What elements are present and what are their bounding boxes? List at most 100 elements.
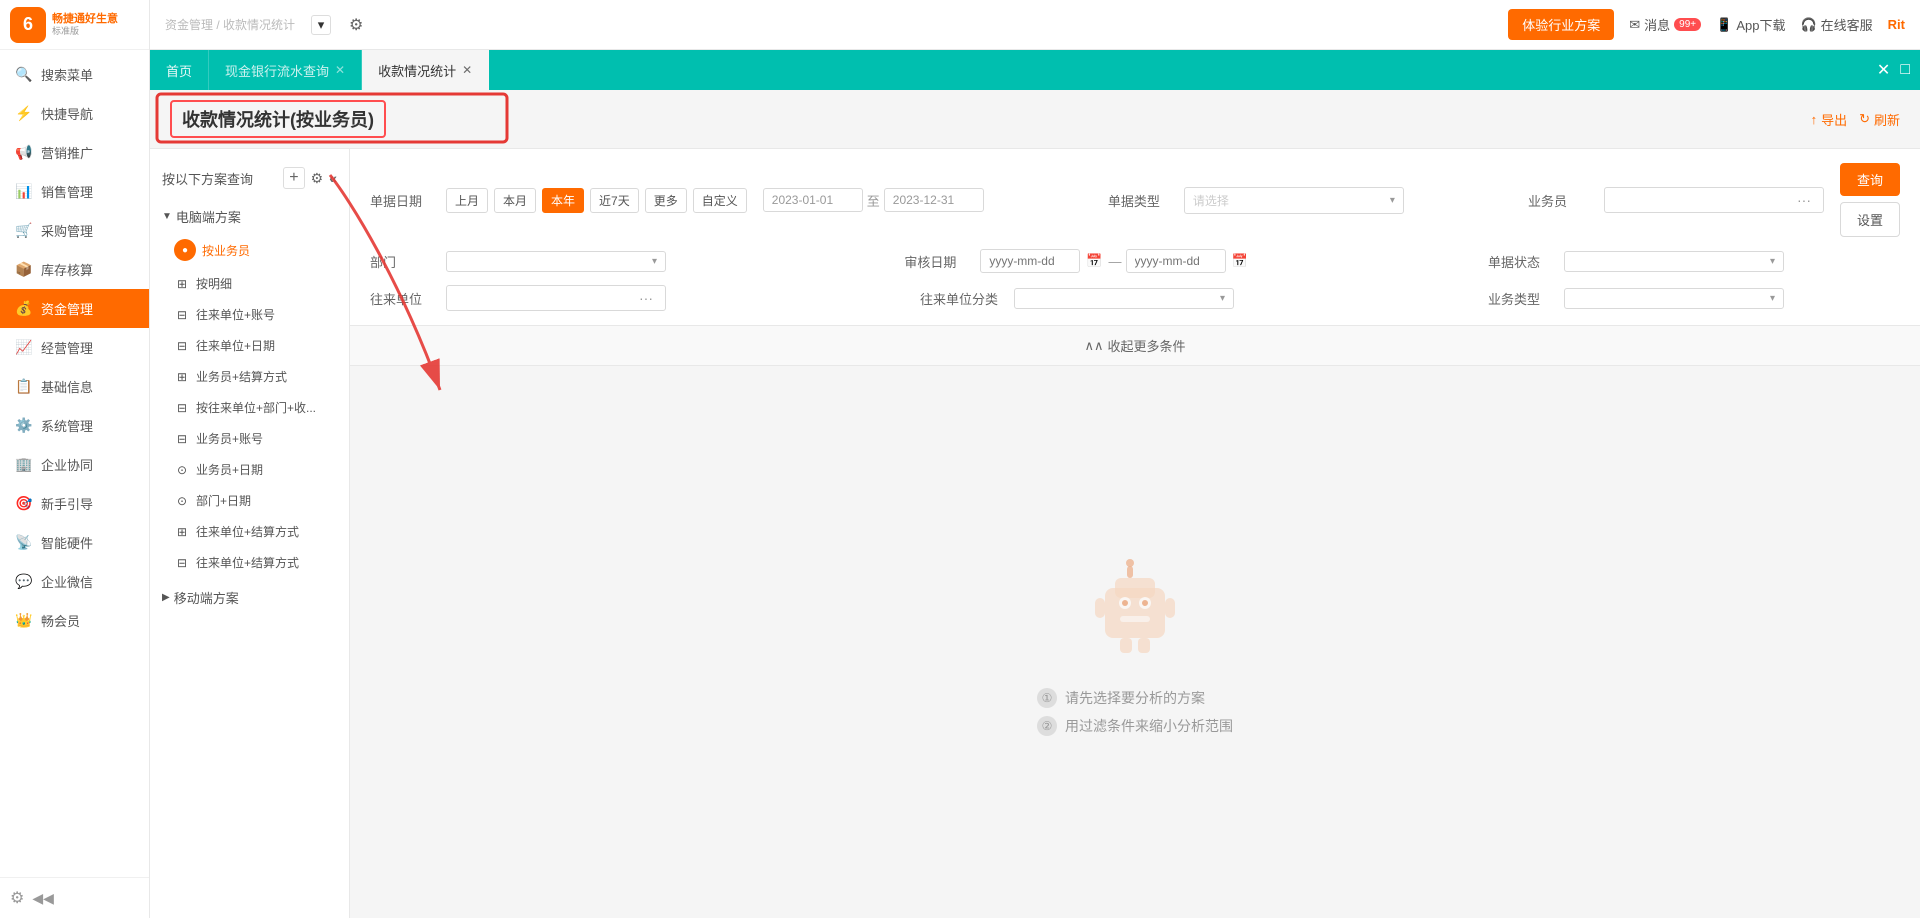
mobile-section: ▶ 移动端方案 xyxy=(150,582,349,613)
tab-collection-stats-close[interactable]: ✕ xyxy=(462,63,472,77)
member-icon: 👑 xyxy=(15,612,33,630)
messages-button[interactable]: ✉ 消息 99+ xyxy=(1629,15,1701,34)
query-button[interactable]: 查询 xyxy=(1840,163,1900,196)
date-btn-last-month[interactable]: 上月 xyxy=(446,188,488,213)
doc-status-select[interactable]: ▾ xyxy=(1564,251,1784,272)
menu-item-unit-settlement1[interactable]: ⊞ 往来单位+结算方式 xyxy=(150,516,349,547)
desktop-section-title[interactable]: ▼ 电脑端方案 xyxy=(150,201,349,232)
trial-button[interactable]: 体验行业方案 xyxy=(1508,9,1614,40)
sidebar-item-operation[interactable]: 📈 经营管理 xyxy=(0,328,149,367)
menu-item-salesperson-account[interactable]: ⊟ 业务员+账号 xyxy=(150,423,349,454)
panel-collapse-icon[interactable]: « xyxy=(329,170,337,186)
sidebar-item-sales[interactable]: 📊 销售管理 xyxy=(0,172,149,211)
sidebar-item-member[interactable]: 👑 畅会员 xyxy=(0,601,149,640)
flash-icon: ⚡ xyxy=(15,105,33,123)
finance-icon: 💰 xyxy=(15,300,33,318)
window-maximize-icon[interactable]: □ xyxy=(1900,61,1910,79)
date-btn-last7[interactable]: 近7天 xyxy=(590,188,639,213)
salesperson-dots[interactable]: ··· xyxy=(1797,192,1811,208)
sidebar-item-enterprise[interactable]: 🏢 企业协同 xyxy=(0,445,149,484)
doc-type-select[interactable]: 请选择 ▾ xyxy=(1184,187,1404,214)
date-btn-this-year[interactable]: 本年 xyxy=(542,188,584,213)
salesperson-select[interactable]: ··· xyxy=(1604,187,1824,213)
content-area: 按以下方案查询 + ⚙ « ▼ 电脑端方案 ● xyxy=(150,149,1920,918)
system-icon: ⚙️ xyxy=(15,417,33,435)
collapse-bar[interactable]: ∧∧ 收起更多条件 xyxy=(350,326,1920,366)
menu-item-by-salesperson[interactable]: ● 按业务员 xyxy=(150,232,349,268)
review-date-input-group: 📅 — 📅 xyxy=(980,249,1249,273)
online-service-button[interactable]: 🎧 在线客服 xyxy=(1800,15,1872,34)
sidebar: 6 畅捷通好生意 标准版 🔍 搜索菜单 ⚡ 快捷导航 📢 营销推广 📊 xyxy=(0,0,150,918)
tab-bank-flow[interactable]: 现金银行流水查询 ✕ xyxy=(209,50,362,90)
page-title: 收款情况统计(按业务员) xyxy=(182,110,374,130)
review-date-calendar-icon2[interactable]: 📅 xyxy=(1232,253,1248,269)
date-to-input[interactable] xyxy=(884,188,984,212)
date-btn-custom[interactable]: 自定义 xyxy=(693,188,747,213)
review-date-from-input[interactable] xyxy=(980,249,1080,273)
tab-collection-stats[interactable]: 收款情况统计 ✕ xyxy=(362,50,489,90)
hint-item-2: ② 用过滤条件来缩小分析范围 xyxy=(1037,716,1233,736)
unit-settlement2-icon: ⊟ xyxy=(174,555,190,571)
settings-gear-icon[interactable]: ⚙ xyxy=(349,15,363,35)
sidebar-footer: ⚙ ◀◀ xyxy=(0,877,149,918)
refresh-button[interactable]: ↻ 刷新 xyxy=(1859,110,1900,129)
export-button[interactable]: ↑ 导出 xyxy=(1811,110,1848,129)
add-scheme-icon[interactable]: + xyxy=(283,167,304,189)
counterpart-category-select[interactable]: ▾ xyxy=(1014,288,1234,309)
sidebar-item-purchase[interactable]: 🛒 采购管理 xyxy=(0,211,149,250)
messages-badge: 99+ xyxy=(1674,18,1701,31)
review-date-calendar-icon1[interactable]: 📅 xyxy=(1086,253,1102,269)
settings-button[interactable]: 设置 xyxy=(1840,202,1900,237)
logo-area: 6 畅捷通好生意 标准版 xyxy=(0,0,149,50)
menu-item-dept-date[interactable]: ⊙ 部门+日期 xyxy=(150,485,349,516)
date-btn-this-month[interactable]: 本月 xyxy=(494,188,536,213)
sidebar-item-wechat[interactable]: 💬 企业微信 xyxy=(0,562,149,601)
mobile-section-title[interactable]: ▶ 移动端方案 xyxy=(150,582,349,613)
topbar: 资金管理 / 收款情况统计 ▾ ⚙ 体验行业方案 ✉ 消息 99+ 📱 App下… xyxy=(150,0,1920,50)
footer-collapse-icon[interactable]: ◀◀ xyxy=(32,890,54,907)
sidebar-item-quicknav[interactable]: ⚡ 快捷导航 xyxy=(0,94,149,133)
business-type-select[interactable]: ▾ xyxy=(1564,288,1784,309)
review-date-to-input[interactable] xyxy=(1126,249,1226,273)
sidebar-item-system[interactable]: ⚙️ 系统管理 xyxy=(0,406,149,445)
tab-home[interactable]: 首页 xyxy=(150,50,209,90)
counterpart-dots[interactable]: ··· xyxy=(639,290,653,306)
business-type-dropdown-icon: ▾ xyxy=(1770,293,1775,304)
sidebar-item-baseinfo[interactable]: 📋 基础信息 xyxy=(0,367,149,406)
unit-dept-icon: ⊟ xyxy=(174,400,190,416)
search-icon: 🔍 xyxy=(15,66,33,84)
menu-item-salesperson-settlement[interactable]: ⊞ 业务员+结算方式 xyxy=(150,361,349,392)
menu-item-salesperson-date[interactable]: ⊙ 业务员+日期 xyxy=(150,454,349,485)
sidebar-item-finance[interactable]: 💰 资金管理 xyxy=(0,289,149,328)
menu-item-unit-date[interactable]: ⊟ 往来单位+日期 xyxy=(150,330,349,361)
operation-icon: 📈 xyxy=(15,339,33,357)
menu-item-by-detail[interactable]: ⊞ 按明细 xyxy=(150,268,349,299)
sidebar-item-guide[interactable]: 🎯 新手引导 xyxy=(0,484,149,523)
menu-item-unit-dept-collection[interactable]: ⊟ 按往来单位+部门+收... xyxy=(150,392,349,423)
purchase-icon: 🛒 xyxy=(15,222,33,240)
doc-status-dropdown-icon: ▾ xyxy=(1770,256,1775,267)
menu-item-unit-account[interactable]: ⊟ 往来单位+账号 xyxy=(150,299,349,330)
guide-icon: 🎯 xyxy=(15,495,33,513)
collapse-button[interactable]: ∧∧ 收起更多条件 xyxy=(1084,336,1185,355)
footer-settings-icon[interactable]: ⚙ xyxy=(10,888,24,908)
date-from-input[interactable] xyxy=(763,188,863,212)
scheme-settings-icon[interactable]: ⚙ xyxy=(311,170,324,187)
salesperson-input-group: ··· xyxy=(1604,187,1824,213)
empty-illustration xyxy=(1075,548,1195,668)
user-avatar[interactable]: Rit xyxy=(1888,17,1905,32)
tab-bank-flow-close[interactable]: ✕ xyxy=(335,63,345,77)
sidebar-item-inventory[interactable]: 📦 库存核算 xyxy=(0,250,149,289)
sidebar-item-search[interactable]: 🔍 搜索菜单 xyxy=(0,55,149,94)
dept-select[interactable]: ▾ xyxy=(446,251,666,272)
app-download-button[interactable]: 📱 App下载 xyxy=(1716,15,1785,34)
active-badge: ● xyxy=(174,239,196,261)
date-btn-more[interactable]: 更多 xyxy=(645,188,687,213)
filter-row-1: 单据日期 上月 本月 本年 近7天 更多 自定义 至 xyxy=(370,163,1900,237)
menu-item-unit-settlement2[interactable]: ⊟ 往来单位+结算方式 xyxy=(150,547,349,578)
sidebar-item-marketing[interactable]: 📢 营销推广 xyxy=(0,133,149,172)
dropdown-arrow[interactable]: ▾ xyxy=(311,15,331,35)
counterpart-select[interactable]: ··· xyxy=(446,285,666,311)
window-close-icon[interactable]: ✕ xyxy=(1877,60,1890,80)
sidebar-item-smarthw[interactable]: 📡 智能硬件 xyxy=(0,523,149,562)
